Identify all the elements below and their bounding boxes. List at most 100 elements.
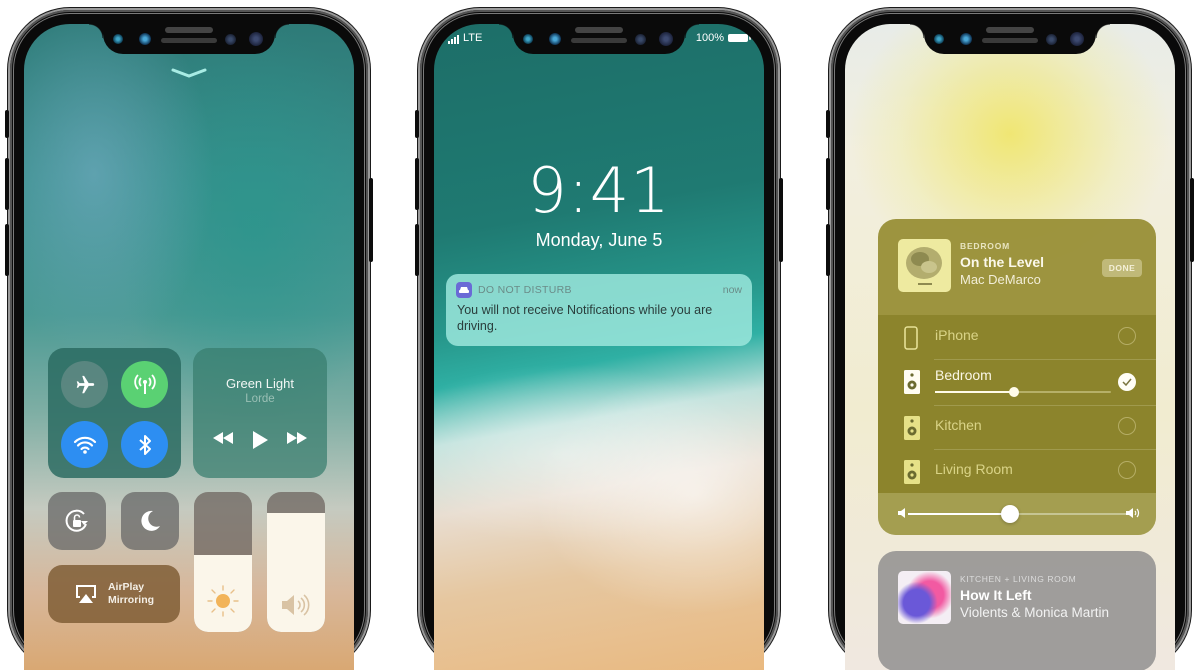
connectivity-panel <box>48 348 181 478</box>
airplay-icon <box>75 585 96 603</box>
sensor <box>934 34 944 44</box>
volume-max-icon <box>1126 508 1140 518</box>
car-icon <box>456 282 472 298</box>
mute-switch <box>5 110 9 138</box>
brightness-slider[interactable] <box>194 492 252 632</box>
notch <box>910 24 1110 54</box>
device-name: Kitchen <box>935 417 982 433</box>
bluetooth-icon <box>138 434 151 455</box>
play-icon[interactable] <box>251 430 269 450</box>
device-radio[interactable] <box>1118 417 1136 435</box>
notification-time: now <box>722 284 742 296</box>
cellular-data-toggle[interactable] <box>121 361 168 408</box>
status-right: 100% <box>695 32 751 44</box>
battery-icon <box>728 34 751 42</box>
device-radio[interactable] <box>1118 461 1136 479</box>
volume-slider[interactable] <box>267 492 325 632</box>
fast-forward-icon[interactable] <box>285 430 309 446</box>
screen: BEDROOM On the Level Mac DeMarco DONE iP… <box>845 24 1175 670</box>
airplay-card: BEDROOM On the Level Mac DeMarco DONE iP… <box>878 219 1156 535</box>
airplay-device-list: iPhone Bedroom Kitchen Living Room <box>878 315 1156 493</box>
phone-control-center: Green Light Lorde AirPlay Mirroring <box>5 10 373 670</box>
rotation-lock-icon <box>65 509 88 532</box>
speaker-icon <box>904 416 920 440</box>
do-not-disturb-button[interactable] <box>121 492 179 550</box>
screen: LTE 100% 9:41 Monday, June 5 DO NOT DIST… <box>434 24 764 670</box>
sensor <box>960 33 972 45</box>
checkmark-icon <box>1122 378 1132 386</box>
mute-switch <box>826 110 830 138</box>
cellular-antenna-icon <box>133 373 156 394</box>
phone-lock-screen: LTE 100% 9:41 Monday, June 5 DO NOT DIST… <box>415 10 783 670</box>
notification-body: You will not receive Notifications while… <box>457 303 713 333</box>
earpiece <box>165 27 213 33</box>
album-art <box>898 239 951 292</box>
carrier-label: LTE <box>463 32 483 44</box>
done-button[interactable]: DONE <box>1102 259 1142 277</box>
moon-icon <box>141 510 160 531</box>
phone-airplay: BEDROOM On the Level Mac DeMarco DONE iP… <box>826 10 1194 670</box>
airplay-track-title: On the Level <box>960 254 1045 270</box>
device-row-iphone[interactable]: iPhone <box>878 315 1156 359</box>
device-row-living-room[interactable]: Living Room <box>878 449 1156 493</box>
master-volume-slider[interactable] <box>908 505 1126 523</box>
sensor <box>139 33 151 45</box>
now-playing-panel[interactable]: Green Light Lorde <box>193 348 327 478</box>
wifi-icon <box>73 436 96 454</box>
front-camera <box>1070 32 1084 46</box>
device-name: iPhone <box>935 327 979 343</box>
volume-down-button <box>415 224 419 276</box>
status-bar: LTE 100% <box>434 30 764 46</box>
airplay-room: BEDROOM <box>960 241 1010 251</box>
speaker-icon <box>904 370 920 394</box>
volume-up-button <box>826 158 830 210</box>
device-volume-thumb[interactable] <box>1009 387 1020 397</box>
airplay-room: KITCHEN + LIVING ROOM <box>960 574 1077 584</box>
side-button <box>779 178 783 262</box>
airplay-mirroring-button[interactable]: AirPlay Mirroring <box>48 565 180 623</box>
battery-percent: 100% <box>695 32 724 44</box>
speaker-icon <box>904 460 920 484</box>
chevron-down-icon[interactable] <box>171 68 207 78</box>
volume-min-icon <box>898 508 905 518</box>
device-radio[interactable] <box>1118 327 1136 345</box>
airplay-second-card[interactable]: KITCHEN + LIVING ROOM How It Left Violen… <box>878 551 1156 670</box>
iphone-icon <box>904 326 918 350</box>
sensor <box>1046 34 1057 45</box>
mute-switch <box>415 110 419 138</box>
track-artist: Lorde <box>245 393 275 405</box>
notch <box>89 24 289 54</box>
rotation-lock-button[interactable] <box>48 492 106 550</box>
earpiece-grille <box>161 38 217 43</box>
master-volume-thumb[interactable] <box>1001 505 1020 523</box>
notification-app-name: DO NOT DISTURB <box>478 284 572 296</box>
device-radio-checked[interactable] <box>1118 373 1136 391</box>
front-camera <box>249 32 263 46</box>
notification-card[interactable]: DO NOT DISTURB now You will not receive … <box>446 274 752 346</box>
master-volume-bar <box>878 493 1156 535</box>
rewind-icon[interactable] <box>211 430 235 446</box>
side-button <box>1190 178 1194 262</box>
airplane-icon <box>76 375 94 393</box>
airplay-mirroring-label: AirPlay Mirroring <box>107 581 155 606</box>
airplane-mode-toggle[interactable] <box>61 361 108 408</box>
screen: Green Light Lorde AirPlay Mirroring <box>24 24 354 670</box>
sun-icon <box>207 585 239 617</box>
speaker-icon <box>282 594 310 616</box>
side-button <box>369 178 373 262</box>
volume-down-button <box>826 224 830 276</box>
track-title: Green Light <box>226 376 294 391</box>
sensor <box>113 34 123 44</box>
volume-up-button <box>415 158 419 210</box>
airplay-track-title: How It Left <box>960 587 1032 603</box>
device-row-kitchen[interactable]: Kitchen <box>878 405 1156 449</box>
signal-bars-icon <box>448 35 459 44</box>
sensor <box>225 34 236 45</box>
bluetooth-toggle[interactable] <box>121 421 168 468</box>
device-volume-slider[interactable] <box>935 387 1111 397</box>
device-row-bedroom[interactable]: Bedroom <box>878 359 1156 405</box>
album-art <box>898 571 951 624</box>
volume-down-button <box>5 224 9 276</box>
status-left: LTE <box>448 32 482 44</box>
wifi-toggle[interactable] <box>61 421 108 468</box>
